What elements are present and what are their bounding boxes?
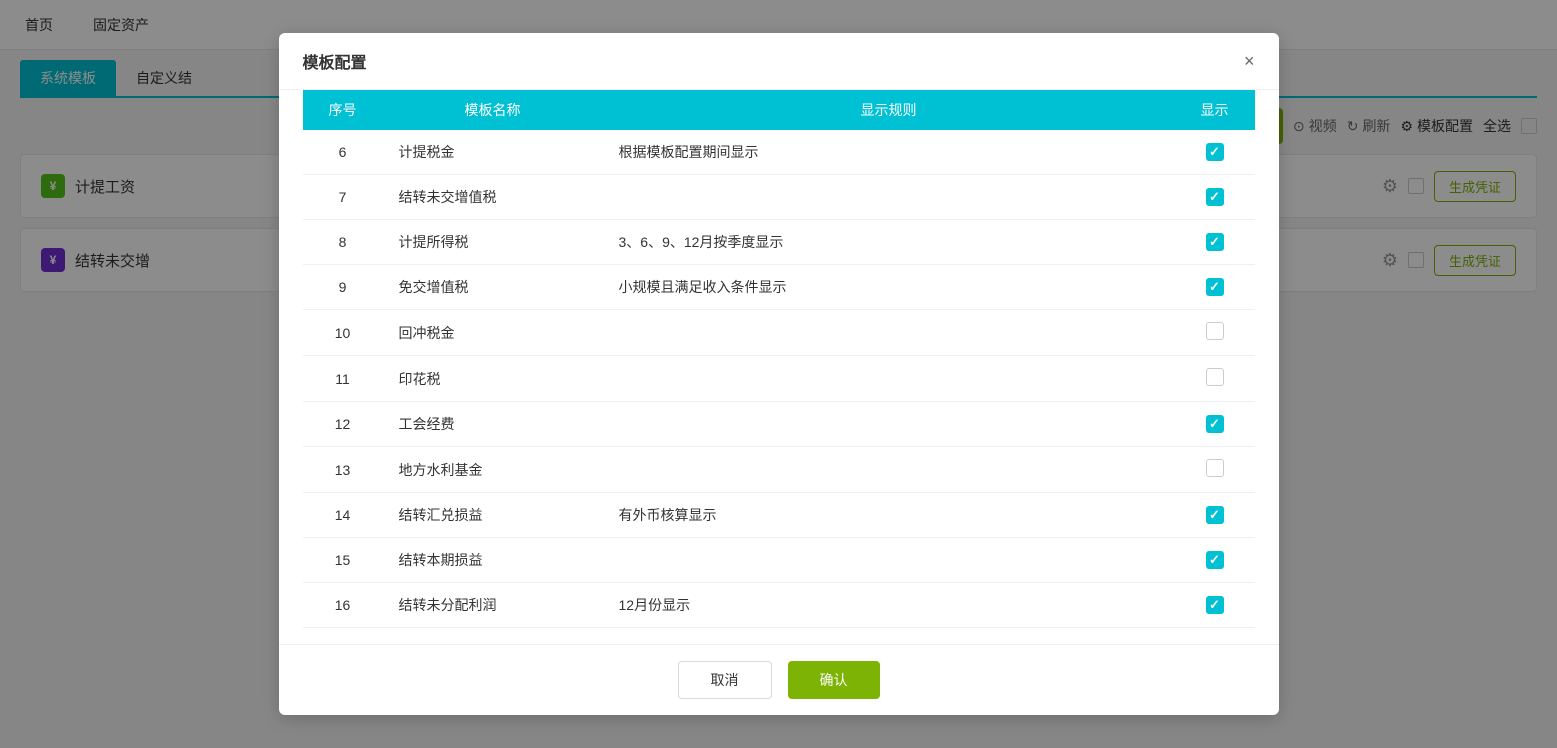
cell-rule-4 [603,310,1175,356]
table-row: 10回冲税金 [303,310,1255,356]
checkbox-0[interactable] [1206,143,1224,161]
table-row: 13地方水利基金 [303,447,1255,493]
cell-rule-2: 3、6、9、12月按季度显示 [603,220,1175,265]
col-seq: 序号 [303,90,383,130]
checkbox-8[interactable] [1206,506,1224,524]
cell-seq-0: 6 [303,130,383,175]
cell-name-9: 结转本期损益 [383,538,603,583]
cell-checkbox-5 [1175,356,1255,402]
modal-overlay: 模板配置 × 序号 模板名称 显示规则 显示 [0,0,1557,748]
col-name: 模板名称 [383,90,603,130]
cell-seq-4: 10 [303,310,383,356]
cell-seq-1: 7 [303,175,383,220]
table-head: 序号 模板名称 显示规则 显示 [303,90,1255,130]
modal-body: 序号 模板名称 显示规则 显示 6计提税金根据模板配置期间显示7结转未交增值税8… [279,90,1279,644]
checkbox-6[interactable] [1206,415,1224,433]
checkbox-5[interactable] [1206,368,1224,386]
cell-rule-0: 根据模板配置期间显示 [603,130,1175,175]
modal-title: 模板配置 [303,49,367,73]
table-wrapper: 序号 模板名称 显示规则 显示 6计提税金根据模板配置期间显示7结转未交增值税8… [303,90,1255,628]
cell-seq-3: 9 [303,265,383,310]
checkbox-1[interactable] [1206,188,1224,206]
confirm-button[interactable]: 确认 [788,661,880,699]
checkbox-2[interactable] [1206,233,1224,251]
cell-seq-8: 14 [303,493,383,538]
cell-rule-7 [603,447,1175,493]
cell-name-2: 计提所得税 [383,220,603,265]
cell-rule-3: 小规模且满足收入条件显示 [603,265,1175,310]
table-header-row: 序号 模板名称 显示规则 显示 [303,90,1255,130]
cell-rule-9 [603,538,1175,583]
checkbox-4[interactable] [1206,322,1224,340]
table-row: 14结转汇兑损益有外币核算显示 [303,493,1255,538]
checkbox-9[interactable] [1206,551,1224,569]
cell-seq-7: 13 [303,447,383,493]
table-body: 6计提税金根据模板配置期间显示7结转未交增值税8计提所得税3、6、9、12月按季… [303,130,1255,628]
cell-rule-8: 有外币核算显示 [603,493,1175,538]
modal-header: 模板配置 × [279,33,1279,90]
cell-name-10: 结转未分配利润 [383,583,603,628]
modal-template-config: 模板配置 × 序号 模板名称 显示规则 显示 [279,33,1279,715]
table-row: 8计提所得税3、6、9、12月按季度显示 [303,220,1255,265]
cell-checkbox-10 [1175,583,1255,628]
checkbox-3[interactable] [1206,278,1224,296]
cell-rule-10: 12月份显示 [603,583,1175,628]
cell-checkbox-1 [1175,175,1255,220]
background-page: 首页 固定资产 系统模板 自定义结 测算金额 ⊙ 视频 ↻ 刷新 ⚙ 模板配置 … [0,0,1557,748]
cell-name-1: 结转未交增值税 [383,175,603,220]
col-rule: 显示规则 [603,90,1175,130]
cell-rule-6 [603,402,1175,447]
cell-name-8: 结转汇兑损益 [383,493,603,538]
checkbox-10[interactable] [1206,596,1224,614]
cell-seq-5: 11 [303,356,383,402]
cell-checkbox-7 [1175,447,1255,493]
cell-checkbox-4 [1175,310,1255,356]
cell-seq-2: 8 [303,220,383,265]
table-row: 6计提税金根据模板配置期间显示 [303,130,1255,175]
table-row: 12工会经费 [303,402,1255,447]
modal-footer: 取消 确认 [279,644,1279,715]
cell-seq-10: 16 [303,583,383,628]
cell-rule-1 [603,175,1175,220]
cell-name-5: 印花税 [383,356,603,402]
cell-checkbox-6 [1175,402,1255,447]
table-row: 11印花税 [303,356,1255,402]
table-row: 9免交增值税小规模且满足收入条件显示 [303,265,1255,310]
cell-checkbox-9 [1175,538,1255,583]
cell-seq-9: 15 [303,538,383,583]
cell-name-7: 地方水利基金 [383,447,603,493]
cell-checkbox-0 [1175,130,1255,175]
cell-name-6: 工会经费 [383,402,603,447]
table-row: 7结转未交增值税 [303,175,1255,220]
cell-checkbox-3 [1175,265,1255,310]
cell-checkbox-8 [1175,493,1255,538]
cancel-button[interactable]: 取消 [678,661,772,699]
col-display: 显示 [1175,90,1255,130]
cell-name-4: 回冲税金 [383,310,603,356]
table-row: 16结转未分配利润12月份显示 [303,583,1255,628]
cell-name-3: 免交增值税 [383,265,603,310]
checkbox-7[interactable] [1206,459,1224,477]
cell-rule-5 [603,356,1175,402]
config-table: 序号 模板名称 显示规则 显示 6计提税金根据模板配置期间显示7结转未交增值税8… [303,90,1255,628]
cell-checkbox-2 [1175,220,1255,265]
table-row: 15结转本期损益 [303,538,1255,583]
cell-seq-6: 12 [303,402,383,447]
modal-close-button[interactable]: × [1244,52,1255,70]
cell-name-0: 计提税金 [383,130,603,175]
